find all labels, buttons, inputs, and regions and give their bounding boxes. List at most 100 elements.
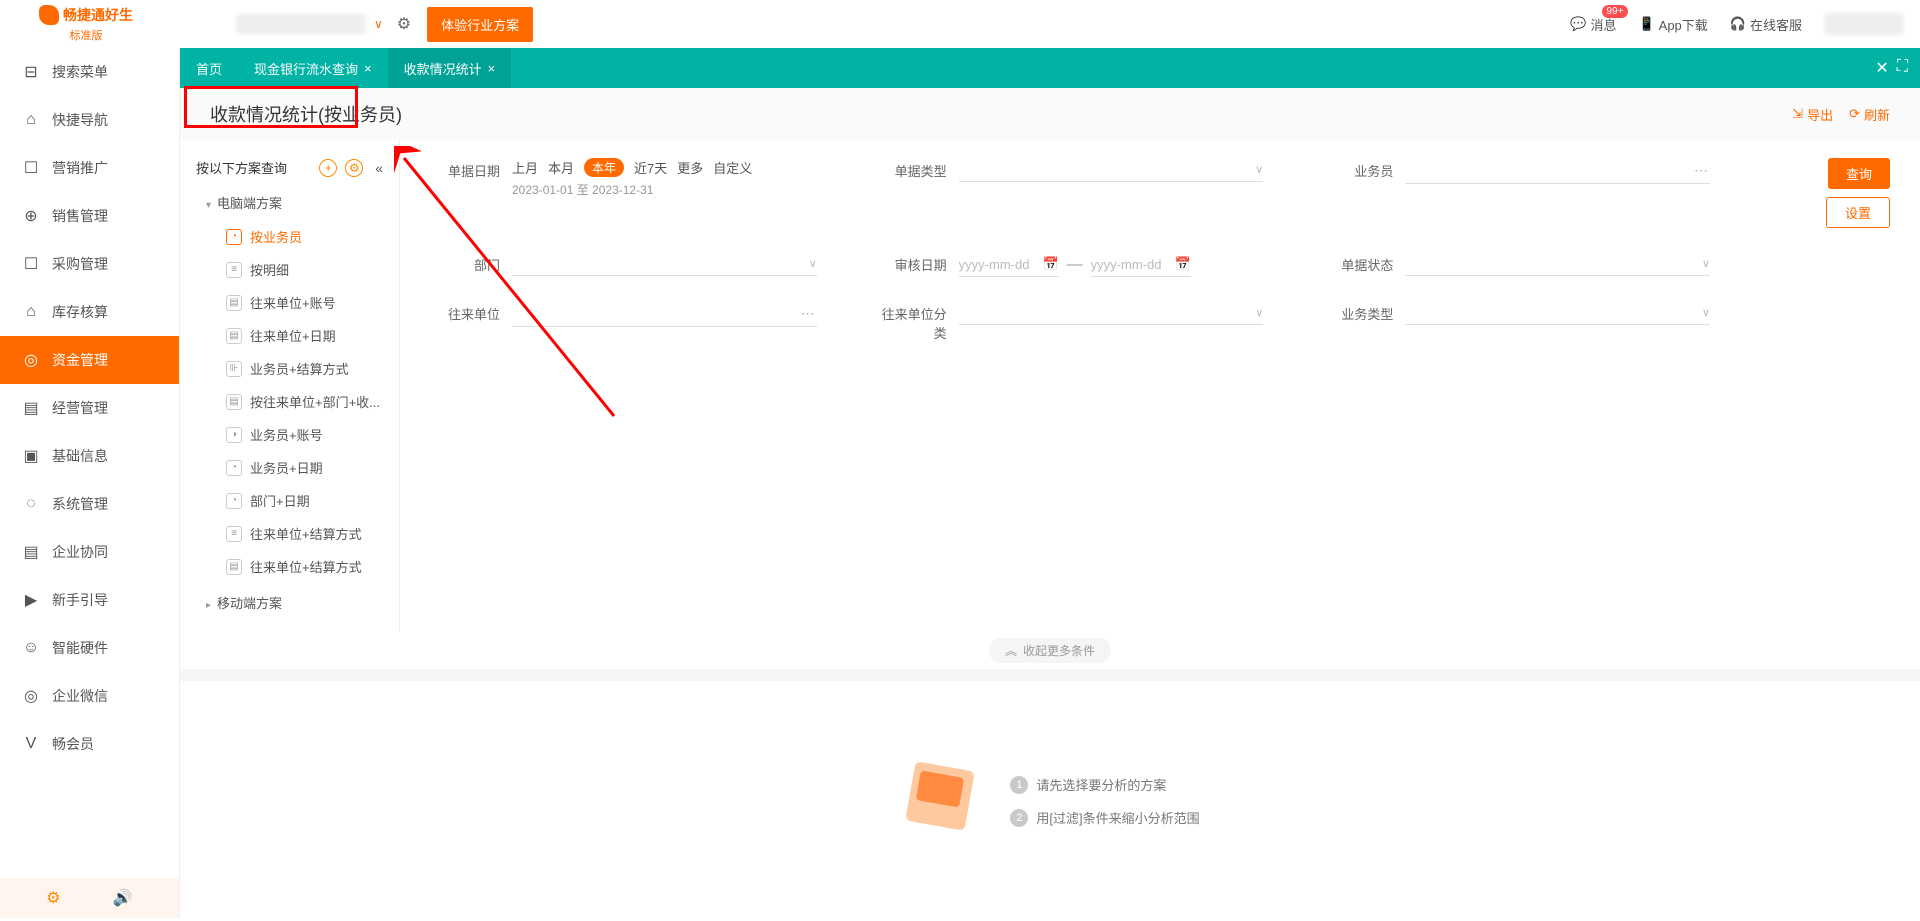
plan-settings-icon[interactable]: ⚙ xyxy=(345,159,363,177)
date-more[interactable]: 更多 xyxy=(677,158,703,177)
sidebar-item[interactable]: ☐营销推广 xyxy=(0,144,179,192)
sidebar-item[interactable]: ☺智能硬件 xyxy=(0,624,179,672)
query-plan-item[interactable]: ▤ 往来单位+日期 xyxy=(206,319,399,352)
phone-icon: 📱 xyxy=(1638,16,1654,32)
sidebar-item[interactable]: ⌂库存核算 xyxy=(0,288,179,336)
query-plan-item[interactable]: ▤按往来单位+部门+收... xyxy=(206,385,399,418)
experience-button[interactable]: 体验行业方案 xyxy=(427,7,533,42)
date-last-month[interactable]: 上月 xyxy=(512,158,538,177)
plan-item-icon: ◔ xyxy=(226,229,242,245)
query-button[interactable]: 查询 xyxy=(1828,158,1890,189)
app-download-link[interactable]: 📱 App下载 xyxy=(1638,15,1707,34)
query-group-toggle[interactable]: ▾电脑端方案 xyxy=(206,193,399,212)
collapse-filters-button[interactable]: ︽ 收起更多条件 xyxy=(989,638,1111,663)
tab-label: 现金银行流水查询 xyxy=(254,59,358,78)
sidebar-item[interactable]: ⊕销售管理 xyxy=(0,192,179,240)
sidebar-item[interactable]: ⌂快捷导航 xyxy=(0,96,179,144)
chevron-down-icon: ∨ xyxy=(809,257,817,270)
contact-unit-select[interactable]: ⋯ xyxy=(512,301,817,327)
more-dots-icon: ⋯ xyxy=(1694,162,1710,179)
tab[interactable]: 首页 xyxy=(180,48,238,88)
tab[interactable]: 现金银行流水查询 × xyxy=(238,48,388,88)
tab-label: 首页 xyxy=(196,59,222,78)
audit-date-to[interactable]: yyyy-mm-dd📅 xyxy=(1091,252,1191,277)
refresh-button[interactable]: ⟳ 刷新 xyxy=(1849,105,1890,124)
chevron-up-icon: ︽ xyxy=(1005,642,1017,659)
page-title: 收款情况统计(按业务员) xyxy=(210,101,402,127)
sidebar-item-label: 资金管理 xyxy=(52,350,108,370)
org-selector[interactable]: ∨ ⚙ xyxy=(236,14,411,34)
bill-status-select[interactable]: ∨ xyxy=(1405,252,1710,276)
plan-item-icon: ≡ xyxy=(226,526,242,542)
audit-date-label: 审核日期 xyxy=(877,252,947,274)
messages-link[interactable]: 💬 消息 99+ xyxy=(1570,15,1616,34)
sidebar-item[interactable]: ◎企业微信 xyxy=(0,672,179,720)
contact-class-select[interactable]: ∨ xyxy=(959,301,1264,325)
query-plan-panel: 按以下方案查询 + ⚙ « ▾电脑端方案◔按业务员≡按明细▤往来单位+账号▤往来… xyxy=(180,140,400,632)
settings-gear-icon[interactable]: ⚙ xyxy=(46,888,60,908)
sidebar-item[interactable]: ⊟搜索菜单 xyxy=(0,48,179,96)
query-plan-item[interactable]: ◔按业务员 xyxy=(206,220,399,253)
query-plan-item[interactable]: ▤往来单位+账号 xyxy=(206,286,399,319)
sidebar-item[interactable]: ▤企业协同 xyxy=(0,528,179,576)
online-service-link[interactable]: 🎧 在线客服 xyxy=(1730,15,1802,34)
sidebar-item[interactable]: ▣基础信息 xyxy=(0,432,179,480)
settings-button[interactable]: 设置 xyxy=(1826,197,1890,228)
sidebar-item[interactable]: ▤经营管理 xyxy=(0,384,179,432)
sidebar-item[interactable]: ◌系统管理 xyxy=(0,480,179,528)
query-plan-item[interactable]: ▤往来单位+结算方式 xyxy=(206,550,399,583)
query-plan-item[interactable]: ◑业务员+账号 xyxy=(206,418,399,451)
tab[interactable]: 收款情况统计× xyxy=(388,48,512,88)
plan-item-label: 按往来单位+部门+收... xyxy=(250,392,380,411)
add-plan-icon[interactable]: + xyxy=(319,159,337,177)
query-plan-item[interactable]: ≡往来单位+结算方式 xyxy=(206,517,399,550)
sidebar-item[interactable]: ▶新手引导 xyxy=(0,576,179,624)
collapse-panel-icon[interactable]: « xyxy=(375,160,383,176)
biz-type-select[interactable]: ∨ xyxy=(1405,301,1710,325)
date-this-year[interactable]: 本年 xyxy=(584,158,624,177)
filter-form: 单据日期 上月 本月 本年 近7天 更多 自定义 2023-01-01 至 20… xyxy=(400,140,1920,632)
department-select[interactable]: ∨ xyxy=(512,252,817,276)
contact-unit-label: 往来单位 xyxy=(430,301,500,323)
query-group-toggle[interactable]: ▸移动端方案 xyxy=(206,593,399,612)
query-plan-item[interactable]: ≡按明细 xyxy=(206,253,399,286)
close-icon[interactable]: × xyxy=(364,61,372,76)
sidebar-footer: ⚙ 🔊 xyxy=(0,878,179,918)
sidebar-item-icon: V xyxy=(22,735,40,753)
collapse-bar: ︽ 收起更多条件 xyxy=(180,632,1920,669)
user-avatar[interactable] xyxy=(1824,13,1904,35)
query-plan-item[interactable]: ⊪ 业务员+结算方式 xyxy=(206,352,399,385)
plan-item-icon: ▤ xyxy=(226,328,242,344)
page-header: 收款情况统计(按业务员) ⇲ 导出 ⟳ 刷新 xyxy=(180,88,1920,140)
sidebar-item-icon: ◎ xyxy=(22,687,40,705)
sidebar-item[interactable]: ☐采购管理 xyxy=(0,240,179,288)
plan-item-icon: ⊪ xyxy=(226,361,242,377)
plan-item-label: 业务员+结算方式 xyxy=(250,359,349,378)
chevron-down-icon: ∨ xyxy=(1255,163,1263,176)
sidebar-item[interactable]: V 畅会员 xyxy=(0,720,179,768)
sidebar-item-icon: ▤ xyxy=(22,543,40,561)
sidebar-item-icon: ◌ xyxy=(22,495,40,513)
date-this-month[interactable]: 本月 xyxy=(548,158,574,177)
sidebar-item-label: 畅会员 xyxy=(52,734,94,754)
volume-icon[interactable]: 🔊 xyxy=(113,888,133,908)
fullscreen-icon[interactable]: ⛶ xyxy=(1897,58,1908,78)
export-button[interactable]: ⇲ 导出 xyxy=(1792,105,1833,124)
gear-icon[interactable]: ⚙ xyxy=(397,14,411,34)
query-plan-item[interactable]: ◔部门+日期 xyxy=(206,484,399,517)
date-last7[interactable]: 近7天 xyxy=(634,158,667,177)
plan-item-label: 往来单位+日期 xyxy=(250,326,336,345)
calendar-icon: 📅 xyxy=(1042,256,1058,272)
close-icon[interactable]: × xyxy=(488,61,496,76)
sidebar-item[interactable]: ◎资金管理 xyxy=(0,336,179,384)
date-custom[interactable]: 自定义 xyxy=(713,158,752,177)
step-1-badge: 1 xyxy=(1010,776,1028,794)
logo-text: 畅捷通好生 xyxy=(63,5,133,25)
main-area: 首页现金银行流水查询×收款情况统计× ✕ ⛶ 收款情况统计(按业务员) ⇲ 导出… xyxy=(180,48,1920,918)
query-plan-item[interactable]: ◔业务员+日期 xyxy=(206,451,399,484)
close-all-icon[interactable]: ✕ xyxy=(1875,58,1888,78)
empty-step-1: 请先选择要分析的方案 xyxy=(1036,775,1166,794)
salesperson-select[interactable]: ⋯ xyxy=(1405,158,1710,184)
bill-type-select[interactable]: ∨ xyxy=(959,158,1264,182)
audit-date-from[interactable]: yyyy-mm-dd📅 xyxy=(959,252,1059,277)
